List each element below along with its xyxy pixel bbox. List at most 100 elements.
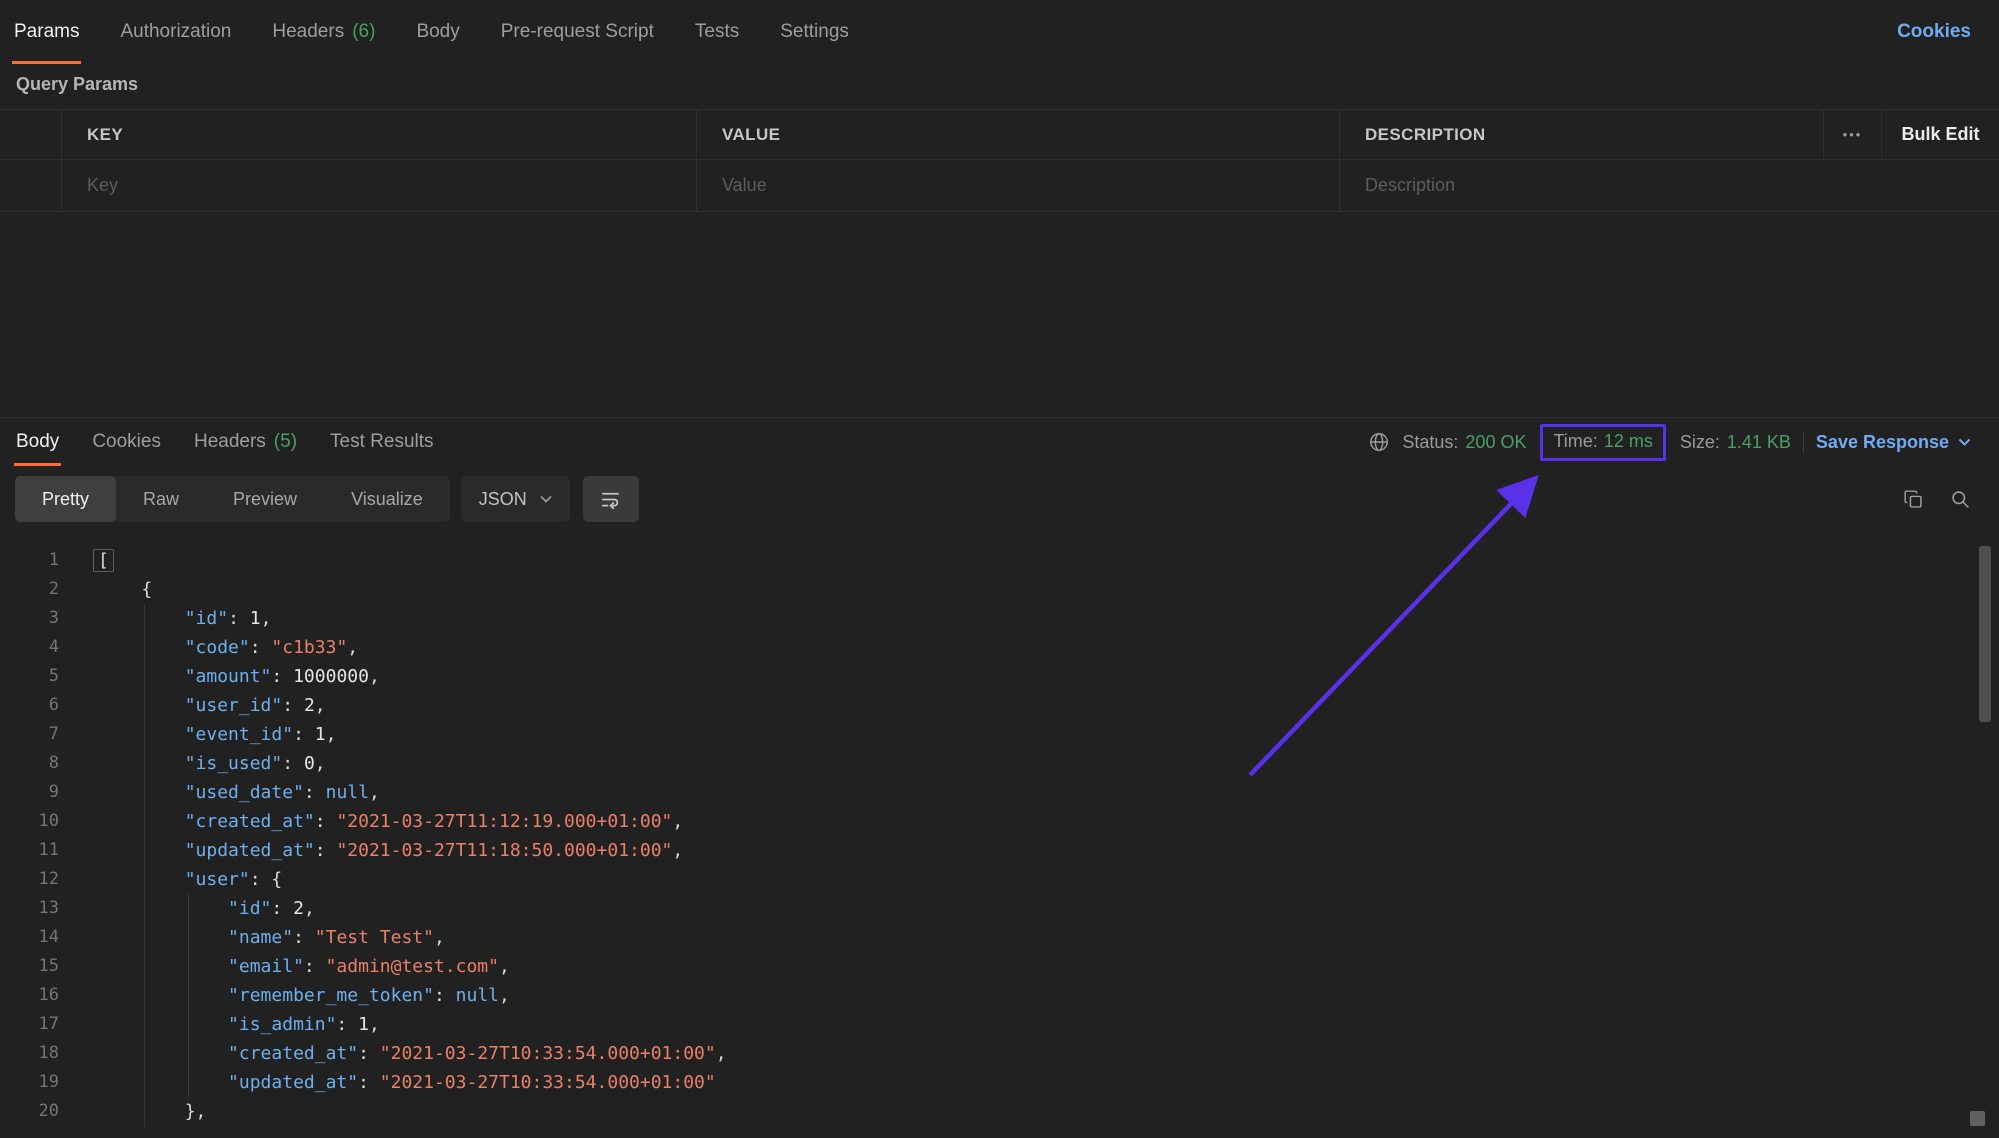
tab-label: Headers — [194, 431, 266, 453]
request-tab-bar: Params Authorization Headers (6) Body Pr… — [0, 0, 1999, 64]
language-dropdown[interactable]: JSON — [461, 476, 570, 522]
globe-icon[interactable] — [1368, 431, 1390, 453]
status-label: Status: — [1402, 432, 1458, 453]
response-tab-body[interactable]: Body — [16, 418, 59, 466]
tab-authorization[interactable]: Authorization — [120, 0, 231, 64]
more-options-button[interactable]: ••• — [1823, 110, 1881, 160]
line-number: 20 — [0, 1097, 59, 1126]
param-key-cell — [61, 160, 696, 211]
code-line: 20 }, — [0, 1097, 1999, 1126]
tab-count: (6) — [352, 21, 375, 43]
postman-app: Params Authorization Headers (6) Body Pr… — [0, 0, 1999, 1138]
row-handle-cell — [0, 110, 61, 160]
line-number: 19 — [0, 1068, 59, 1097]
cookies-link[interactable]: Cookies — [1897, 21, 1971, 43]
line-number: 6 — [0, 691, 59, 720]
row-handle-cell — [0, 160, 61, 211]
code-line: 16 "remember_me_token": null, — [0, 981, 1999, 1010]
bulk-edit-button[interactable]: Bulk Edit — [1881, 110, 1999, 160]
param-description-input[interactable] — [1365, 175, 1948, 196]
code-line: 3 "id": 1, — [0, 604, 1999, 633]
more-options-icon: ••• — [1843, 127, 1863, 142]
param-value-input[interactable] — [722, 175, 1290, 196]
tab-label: Params — [14, 21, 79, 43]
code-line: 18 "created_at": "2021-03-27T10:33:54.00… — [0, 1039, 1999, 1068]
param-value-cell — [696, 160, 1339, 211]
line-number: 5 — [0, 662, 59, 691]
save-response-label: Save Response — [1816, 432, 1949, 453]
bulk-edit-label: Bulk Edit — [1901, 124, 1979, 145]
line-number: 7 — [0, 720, 59, 749]
tab-label: Authorization — [120, 21, 231, 43]
tab-count: (5) — [274, 431, 297, 453]
save-response-button[interactable]: Save Response — [1816, 432, 1971, 453]
code-line: 10 "created_at": "2021-03-27T11:12:19.00… — [0, 807, 1999, 836]
code-line: 12 "user": { — [0, 865, 1999, 894]
line-number: 2 — [0, 575, 59, 604]
search-icon[interactable] — [1950, 489, 1971, 510]
param-key-input[interactable] — [87, 175, 647, 196]
code-line: 11 "updated_at": "2021-03-27T11:18:50.00… — [0, 836, 1999, 865]
divider — [1803, 431, 1804, 453]
line-number: 13 — [0, 894, 59, 923]
tab-label: Body — [416, 21, 459, 43]
line-number: 18 — [0, 1039, 59, 1068]
line-number: 3 — [0, 604, 59, 633]
scroll-corner-handle[interactable] — [1970, 1111, 1985, 1126]
tab-label: Test Results — [330, 431, 433, 453]
response-body-viewer[interactable]: 1[2 {3 "id": 1,4 "code": "c1b33",5 "amou… — [0, 538, 1999, 1138]
indent-guide — [144, 604, 145, 1127]
code-lines: 1[2 {3 "id": 1,4 "code": "c1b33",5 "amou… — [0, 546, 1999, 1126]
line-number: 12 — [0, 865, 59, 894]
size-label: Size: — [1680, 432, 1720, 453]
tab-label: Pre-request Script — [501, 21, 654, 43]
tab-label: Tests — [695, 21, 739, 43]
response-tab-headers[interactable]: Headers (5) — [194, 418, 297, 466]
view-raw[interactable]: Raw — [116, 476, 206, 522]
view-visualize[interactable]: Visualize — [324, 476, 450, 522]
vertical-scrollbar[interactable] — [1979, 546, 1991, 722]
time-value: 12 ms — [1604, 431, 1653, 452]
status-value: 200 OK — [1465, 432, 1526, 453]
code-line: 1[ — [0, 546, 1999, 575]
query-params-title: Query Params — [16, 74, 1999, 95]
view-mode-switcher: Pretty Raw Preview Visualize — [15, 476, 450, 522]
code-line: 19 "updated_at": "2021-03-27T10:33:54.00… — [0, 1068, 1999, 1097]
code-line: 2 { — [0, 575, 1999, 604]
indent-guide — [188, 894, 189, 1097]
response-tab-test-results[interactable]: Test Results — [330, 418, 433, 466]
response-tab-cookies[interactable]: Cookies — [92, 418, 161, 466]
response-tab-bar: Body Cookies Headers (5) Test Results S — [0, 418, 1999, 466]
code-line: 9 "used_date": null, — [0, 778, 1999, 807]
line-number: 14 — [0, 923, 59, 952]
tab-params[interactable]: Params — [14, 0, 79, 64]
status-badge: Status: 200 OK — [1402, 432, 1526, 453]
code-line: 4 "code": "c1b33", — [0, 633, 1999, 662]
language-value: JSON — [479, 489, 527, 510]
tab-tests[interactable]: Tests — [695, 0, 739, 64]
size-badge: Size: 1.41 KB — [1680, 432, 1791, 453]
tab-label: Headers — [272, 21, 344, 43]
wrap-text-button[interactable] — [583, 476, 639, 522]
tab-label: Cookies — [92, 431, 161, 453]
line-number: 15 — [0, 952, 59, 981]
tab-pre-request-script[interactable]: Pre-request Script — [501, 0, 654, 64]
line-number: 16 — [0, 981, 59, 1010]
chevron-down-icon — [540, 495, 552, 503]
line-number: 11 — [0, 836, 59, 865]
view-preview[interactable]: Preview — [206, 476, 324, 522]
size-value: 1.41 KB — [1727, 432, 1791, 453]
wrap-text-icon — [599, 488, 622, 511]
time-label: Time: — [1553, 431, 1597, 452]
code-line: 13 "id": 2, — [0, 894, 1999, 923]
column-header-value: VALUE — [696, 110, 1339, 160]
code-line: 7 "event_id": 1, — [0, 720, 1999, 749]
tab-body[interactable]: Body — [416, 0, 459, 64]
line-number: 10 — [0, 807, 59, 836]
code-line: 14 "name": "Test Test", — [0, 923, 1999, 952]
copy-icon[interactable] — [1903, 489, 1924, 510]
view-pretty[interactable]: Pretty — [15, 476, 116, 522]
code-line: 8 "is_used": 0, — [0, 749, 1999, 778]
tab-settings[interactable]: Settings — [780, 0, 849, 64]
tab-headers[interactable]: Headers (6) — [272, 0, 375, 64]
